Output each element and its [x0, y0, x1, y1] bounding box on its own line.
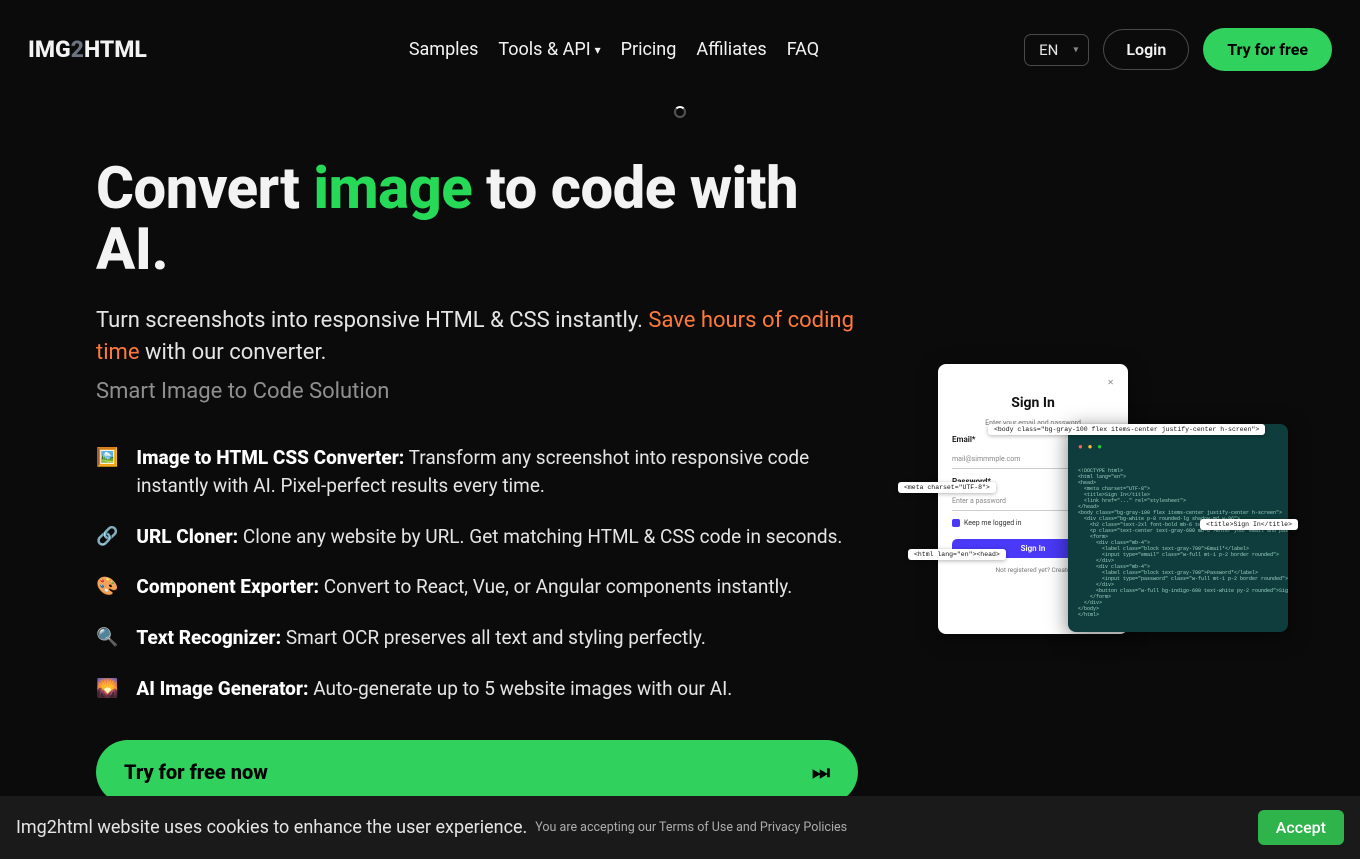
feature-item: 🔍 Text Recognizer: Smart OCR preserves a… — [96, 624, 858, 653]
logo-suffix: HTML — [84, 36, 147, 63]
dropdown-icon: ▾ — [1073, 44, 1078, 55]
feature-item: 🎨 Component Exporter: Convert to React, … — [96, 573, 858, 602]
nav-affiliates[interactable]: Affiliates — [694, 35, 768, 64]
hero-title: Convert image to code with AI. — [96, 159, 858, 281]
sunset-icon: 🌄 — [96, 675, 118, 704]
feature-title: Component Exporter: — [136, 575, 319, 598]
feature-title: Image to HTML CSS Converter: — [136, 446, 404, 469]
feature-list: 🖼️ Image to HTML CSS Converter: Transfor… — [96, 444, 858, 704]
feature-desc: Clone any website by URL. Get matching H… — [238, 525, 842, 548]
feature-desc: Smart OCR preserves all text and styling… — [281, 626, 706, 649]
feature-title: URL Cloner: — [136, 525, 238, 548]
hero-tagline: Smart Image to Code Solution — [96, 379, 858, 404]
hero-subtitle-pre: Turn screenshots into responsive HTML & … — [96, 308, 648, 333]
nav-samples[interactable]: Samples — [407, 35, 481, 64]
logo-mid: 2 — [71, 36, 84, 63]
logo[interactable]: IMG2HTML — [28, 36, 147, 63]
code-chip-title: <title>Sign In</title> — [1200, 519, 1298, 530]
checkbox-icon — [952, 519, 960, 527]
code-chip-meta: <meta charset="UTF-8"> — [898, 482, 996, 493]
login-button[interactable]: Login — [1103, 29, 1189, 70]
nav-tools-label: Tools & API — [498, 39, 590, 60]
cookie-accept-button[interactable]: Accept — [1258, 810, 1344, 845]
palette-icon: 🎨 — [96, 573, 118, 602]
image-icon: 🖼️ — [96, 444, 118, 501]
fast-forward-icon: ⏭ — [812, 760, 830, 784]
nav-tools[interactable]: Tools & API ▾ — [496, 35, 602, 64]
cookie-subtext: You are accepting our Terms of Use and P… — [535, 820, 847, 835]
nav-faq[interactable]: FAQ — [785, 35, 821, 64]
loading-spinner-icon — [674, 106, 686, 118]
link-icon: 🔗 — [96, 523, 118, 552]
cookie-banner: Img2html website uses cookies to enhance… — [0, 796, 1360, 859]
language-value: EN — [1039, 41, 1058, 59]
hero-subtitle: Turn screenshots into responsive HTML & … — [96, 305, 858, 369]
feature-title: Text Recognizer: — [136, 626, 281, 649]
feature-item: 🖼️ Image to HTML CSS Converter: Transfor… — [96, 444, 858, 501]
feature-desc: Convert to React, Vue, or Angular compon… — [319, 575, 792, 598]
nav-pricing[interactable]: Pricing — [619, 35, 679, 64]
language-select[interactable]: EN ▾ — [1024, 34, 1089, 66]
cta-label: Try for free now — [124, 760, 268, 784]
cookie-text: Img2html website uses cookies to enhance… — [16, 817, 527, 838]
feature-item: 🔗 URL Cloner: Clone any website by URL. … — [96, 523, 858, 552]
try-free-button[interactable]: Try for free — [1203, 28, 1332, 71]
code-content: <!DOCTYPE html> <html lang="en"> <head> … — [1078, 468, 1278, 618]
keep-logged-label: Keep me logged in — [964, 519, 1022, 527]
code-chip-html: <html lang="en"><head> — [908, 549, 1006, 560]
hero-illustration: ✕ Sign In Enter your email and password … — [898, 364, 1288, 674]
code-chip-body: <body class="bg-gray-100 flex items-cent… — [988, 424, 1265, 435]
feature-desc: Auto-generate up to 5 website images wit… — [308, 677, 732, 700]
signin-title: Sign In — [952, 395, 1114, 411]
feature-item: 🌄 AI Image Generator: Auto-generate up t… — [96, 675, 858, 704]
hero-title-pre: Convert — [96, 155, 313, 223]
feature-title: AI Image Generator: — [136, 677, 308, 700]
close-icon: ✕ — [952, 378, 1114, 387]
chevron-down-icon: ▾ — [595, 43, 601, 57]
logo-prefix: IMG — [28, 36, 71, 63]
cta-try-free-now-button[interactable]: Try for free now ⏭ — [96, 740, 858, 804]
magnifier-icon: 🔍 — [96, 624, 118, 653]
hero-subtitle-post: with our converter. — [140, 340, 327, 365]
hero-title-accent: image — [313, 155, 472, 223]
